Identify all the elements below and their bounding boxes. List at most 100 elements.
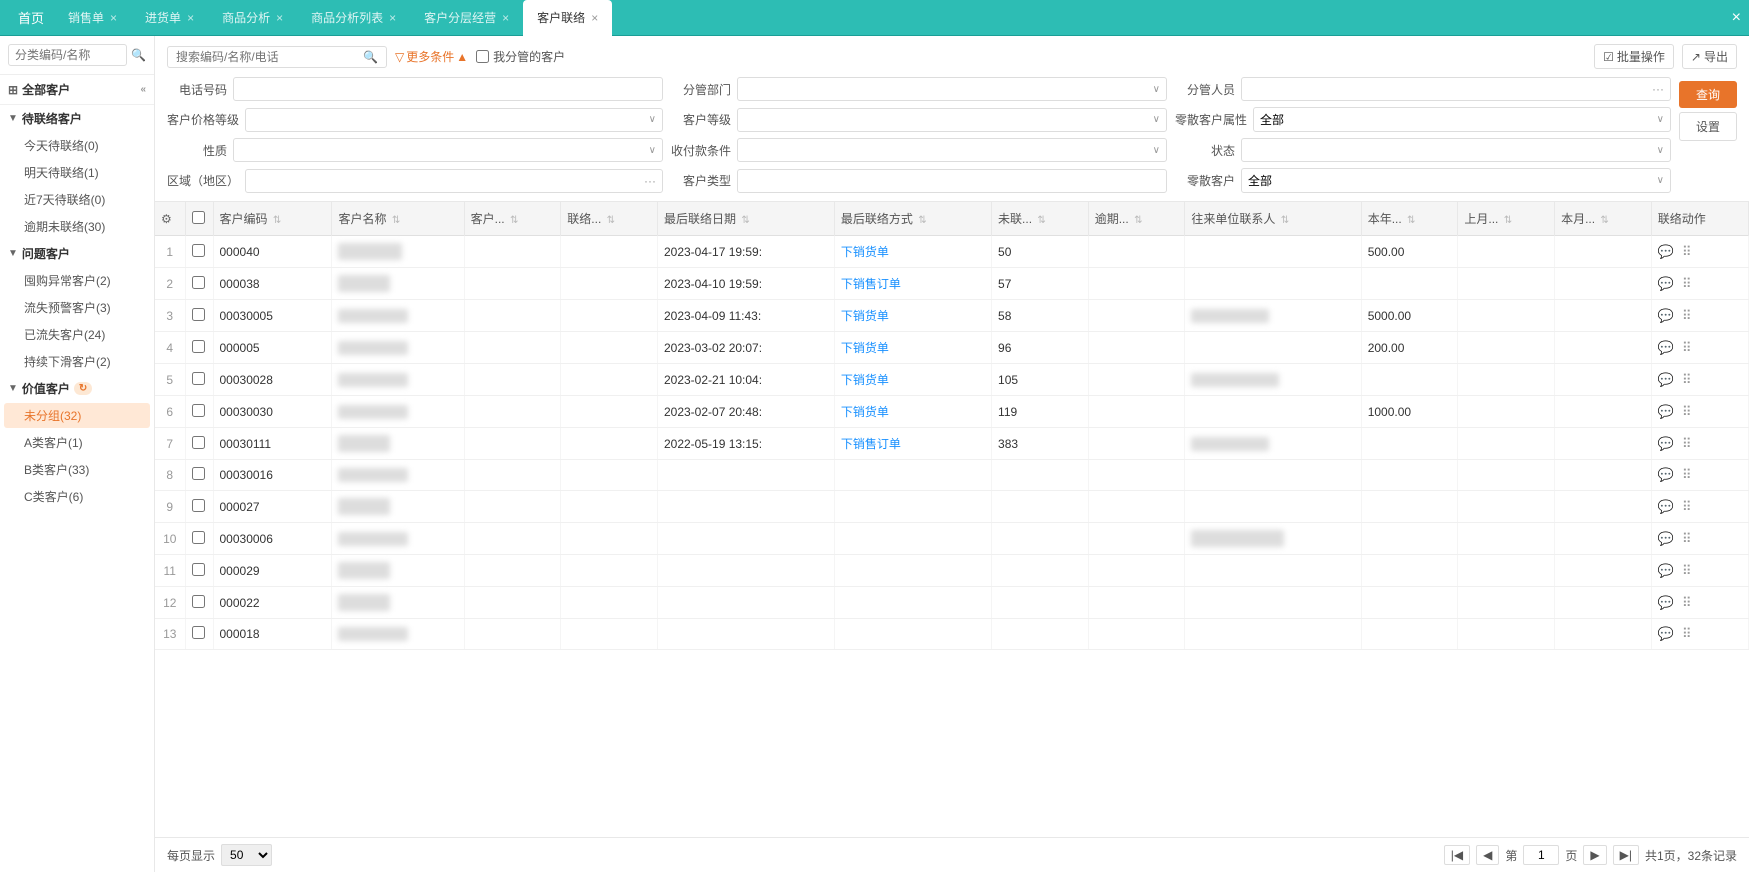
- filter-dept-select[interactable]: ∨: [737, 77, 1167, 101]
- sidebar-item-tomorrow[interactable]: 明天待联络(1): [4, 160, 150, 185]
- tab-product-analysis[interactable]: 商品分析 ×: [208, 0, 297, 36]
- last-page-btn[interactable]: ▶|: [1613, 845, 1639, 865]
- tab-sales-order[interactable]: 销售单 ×: [54, 0, 131, 36]
- sidebar-group-value[interactable]: ▼ 价值客户 ↻: [0, 375, 154, 402]
- more-conditions-btn[interactable]: ▽ 更多条件 ▲: [395, 48, 468, 65]
- more-icon[interactable]: ⠿: [1682, 595, 1692, 611]
- row-select-checkbox[interactable]: [192, 499, 205, 512]
- row-select-checkbox[interactable]: [192, 436, 205, 449]
- sidebar-item-class-c[interactable]: C类客户(6): [4, 484, 150, 509]
- contact-icon[interactable]: 💬: [1658, 563, 1674, 579]
- sidebar-search-icon[interactable]: 🔍: [131, 48, 146, 62]
- tab-close-product[interactable]: ×: [276, 11, 283, 25]
- sidebar-item-abnormal[interactable]: 囤购异常客户(2): [4, 268, 150, 293]
- more-icon[interactable]: ⠿: [1682, 404, 1692, 420]
- tab-purchase-order[interactable]: 进货单 ×: [131, 0, 208, 36]
- contact-method-link[interactable]: 下销货单: [841, 341, 889, 355]
- row-select-checkbox[interactable]: [192, 372, 205, 385]
- contact-icon[interactable]: 💬: [1658, 467, 1674, 483]
- close-window-icon[interactable]: ×: [1732, 9, 1741, 27]
- tab-customer-contact[interactable]: 客户联络 ×: [523, 0, 612, 36]
- more-icon[interactable]: ⠿: [1682, 276, 1692, 292]
- row-select-checkbox[interactable]: [192, 563, 205, 576]
- row-select-checkbox[interactable]: [192, 404, 205, 417]
- more-icon[interactable]: ⠿: [1682, 563, 1692, 579]
- tab-close-sales[interactable]: ×: [110, 11, 117, 25]
- contact-icon[interactable]: 💬: [1658, 340, 1674, 356]
- contact-method-link[interactable]: 下销售订单: [841, 437, 901, 451]
- settings-icon[interactable]: ⚙: [161, 212, 172, 226]
- batch-operation-btn[interactable]: ☑ 批量操作: [1594, 44, 1674, 69]
- more-icon[interactable]: ⠿: [1682, 499, 1692, 515]
- sidebar-item-churned[interactable]: 已流失客户(24): [4, 322, 150, 347]
- more-icon[interactable]: ⠿: [1682, 372, 1692, 388]
- more-icon[interactable]: ⠿: [1682, 626, 1692, 642]
- filter-attr-select[interactable]: 全部 ∨: [1253, 107, 1671, 132]
- sidebar-group-pending[interactable]: ▼ 待联络客户: [0, 105, 154, 132]
- my-customers-checkbox[interactable]: 我分管的客户: [476, 48, 565, 65]
- sidebar-group-problem[interactable]: ▼ 问题客户: [0, 240, 154, 267]
- select-all-checkbox[interactable]: [192, 211, 205, 224]
- next-page-btn[interactable]: ▶: [1583, 845, 1606, 865]
- contact-method-link[interactable]: 下销货单: [841, 373, 889, 387]
- row-select-checkbox[interactable]: [192, 244, 205, 257]
- more-icon[interactable]: ⠿: [1682, 244, 1692, 260]
- filter-ctype-input[interactable]: [737, 169, 1167, 193]
- reset-button[interactable]: 设置: [1679, 112, 1737, 141]
- contact-icon[interactable]: 💬: [1658, 372, 1674, 388]
- row-select-checkbox[interactable]: [192, 626, 205, 639]
- sidebar-item-churn-risk[interactable]: 流失预警客户(3): [4, 295, 150, 320]
- filter-level-select[interactable]: ∨: [737, 108, 1167, 132]
- row-select-checkbox[interactable]: [192, 595, 205, 608]
- contact-icon[interactable]: 💬: [1658, 244, 1674, 260]
- sidebar-item-ungrouped[interactable]: 未分组(32): [4, 403, 150, 428]
- prev-page-btn[interactable]: ◀: [1476, 845, 1499, 865]
- sidebar-item-class-b[interactable]: B类客户(33): [4, 457, 150, 482]
- first-page-btn[interactable]: |◀: [1444, 845, 1470, 865]
- row-select-checkbox[interactable]: [192, 531, 205, 544]
- sidebar-item-today[interactable]: 今天待联络(0): [4, 133, 150, 158]
- contact-icon[interactable]: 💬: [1658, 308, 1674, 324]
- tab-close-contact[interactable]: ×: [591, 11, 598, 25]
- filter-status-select[interactable]: ∨: [1241, 138, 1671, 162]
- contact-method-link[interactable]: 下销货单: [841, 309, 889, 323]
- more-icon[interactable]: ⠿: [1682, 308, 1692, 324]
- page-number-input[interactable]: [1523, 845, 1559, 865]
- sidebar-search-input[interactable]: [8, 44, 127, 66]
- filter-scattered-select[interactable]: 全部 ∨: [1241, 168, 1671, 193]
- contact-icon[interactable]: 💬: [1658, 626, 1674, 642]
- row-select-checkbox[interactable]: [192, 467, 205, 480]
- tab-product-analysis-list[interactable]: 商品分析列表 ×: [297, 0, 410, 36]
- filter-region-select[interactable]: ···: [245, 169, 663, 193]
- sidebar-item-overdue[interactable]: 逾期未联络(30): [4, 214, 150, 239]
- more-icon[interactable]: ⠿: [1682, 340, 1692, 356]
- contact-icon[interactable]: 💬: [1658, 276, 1674, 292]
- tab-close-segment[interactable]: ×: [502, 11, 509, 25]
- contact-method-link[interactable]: 下销货单: [841, 405, 889, 419]
- filter-nature-select[interactable]: ∨: [233, 138, 663, 162]
- tab-customer-segment[interactable]: 客户分层经营 ×: [410, 0, 523, 36]
- contact-method-link[interactable]: 下销售订单: [841, 277, 901, 291]
- more-icon[interactable]: ⠿: [1682, 436, 1692, 452]
- tab-close-purchase[interactable]: ×: [187, 11, 194, 25]
- sidebar-all-customers[interactable]: ⊞ 全部客户 «: [0, 75, 154, 105]
- tab-home[interactable]: 首页: [8, 8, 54, 27]
- export-btn[interactable]: ↗ 导出: [1682, 44, 1737, 69]
- row-select-checkbox[interactable]: [192, 340, 205, 353]
- sidebar-item-7days[interactable]: 近7天待联络(0): [4, 187, 150, 212]
- contact-icon[interactable]: 💬: [1658, 595, 1674, 611]
- my-customers-check[interactable]: [476, 50, 489, 63]
- more-icon[interactable]: ⠿: [1682, 467, 1692, 483]
- filter-person-select[interactable]: ···: [1241, 77, 1671, 101]
- row-select-checkbox[interactable]: [192, 276, 205, 289]
- contact-icon[interactable]: 💬: [1658, 436, 1674, 452]
- filter-phone-input[interactable]: [233, 77, 663, 101]
- more-icon[interactable]: ⠿: [1682, 531, 1692, 547]
- contact-icon[interactable]: 💬: [1658, 404, 1674, 420]
- contact-icon[interactable]: 💬: [1658, 531, 1674, 547]
- filter-payment-select[interactable]: ∨: [737, 138, 1167, 162]
- per-page-select[interactable]: 50 100 200: [221, 844, 272, 866]
- filter-price-select[interactable]: ∨: [245, 108, 663, 132]
- search-icon[interactable]: 🔍: [363, 50, 378, 64]
- row-select-checkbox[interactable]: [192, 308, 205, 321]
